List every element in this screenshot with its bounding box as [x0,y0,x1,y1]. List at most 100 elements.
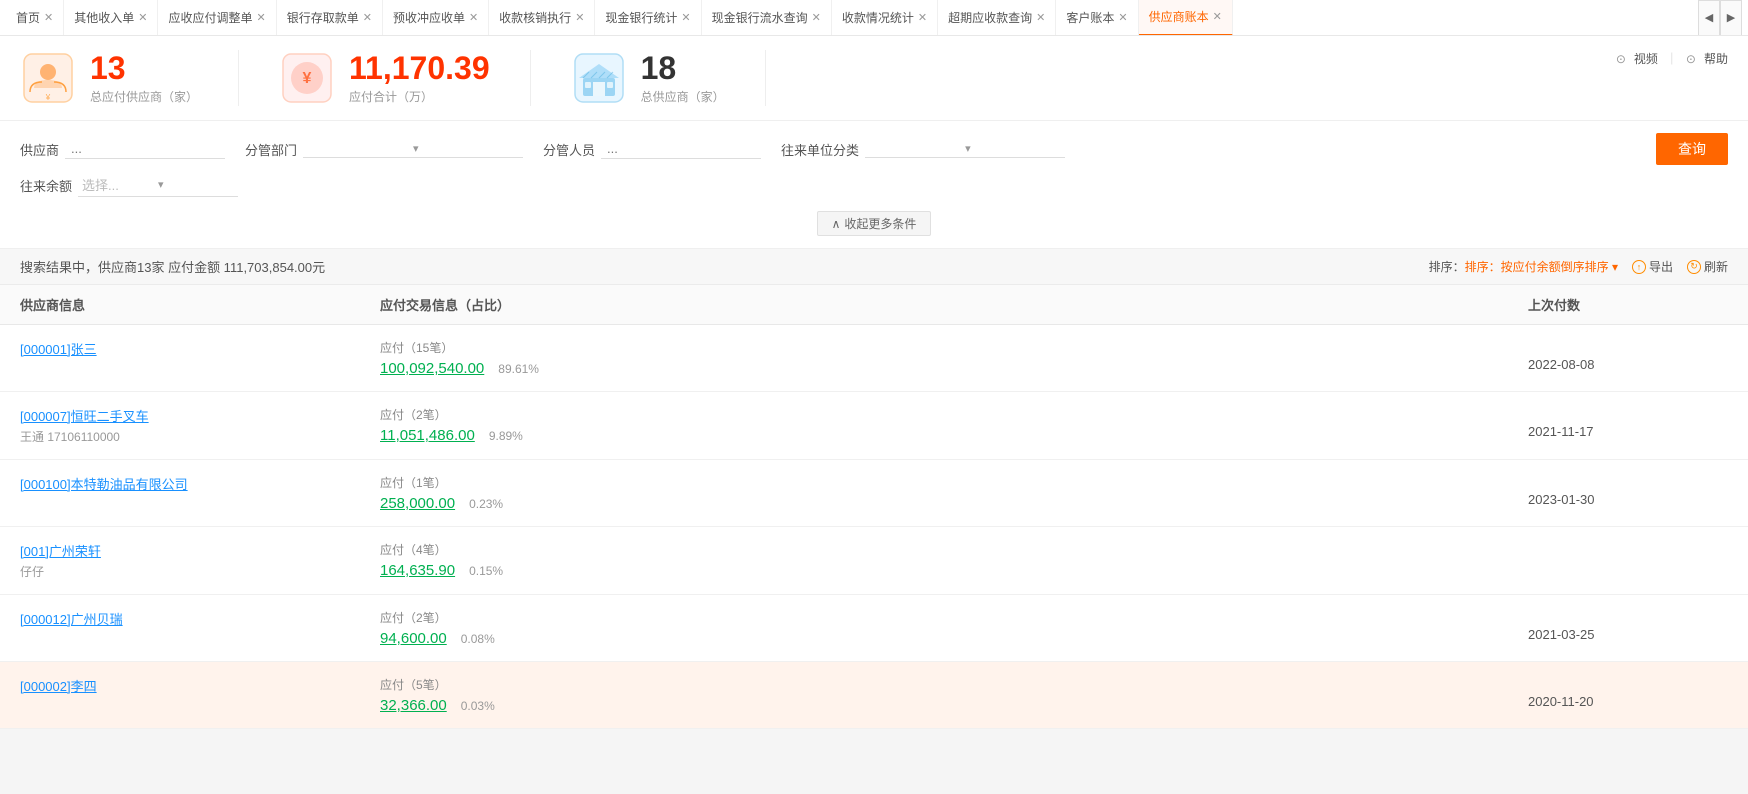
balance-dropdown[interactable]: 选择... ▾ [78,173,238,197]
transaction-amount[interactable]: 100,092,540.00 [380,360,484,377]
table-header: 供应商信息 应付交易信息（占比） 上次付数 [0,285,1748,325]
nav-tab-customer-ledger[interactable]: 客户账本 ✕ [1056,0,1138,36]
close-icon[interactable]: ✕ [1118,11,1127,24]
transaction-label: 应付（1笔） [380,474,1528,491]
export-button[interactable]: ↑ 导出 [1632,258,1673,275]
transaction-amount[interactable]: 258,000.00 [380,495,455,512]
filter-row-1: 供应商 分管部门 ▾ 分管人员 往来单位分类 ▾ 查询 [20,133,1728,165]
stat1-number: 13 [90,52,198,84]
person-filter-input[interactable] [601,139,761,159]
filter-person: 分管人员 [543,139,761,159]
data-table: 供应商信息 应付交易信息（占比） 上次付数 [000001]张三 应付（15笔）… [0,285,1748,729]
close-icon[interactable]: ✕ [469,11,478,24]
nav-tab-overdue-query[interactable]: 超期应收款查询 ✕ [938,0,1056,36]
close-icon[interactable]: ✕ [256,11,265,24]
supplier-link[interactable]: [000007]恒旺二手叉车 [20,406,380,425]
close-icon[interactable]: ✕ [575,11,584,24]
close-icon[interactable]: ✕ [138,11,147,24]
nav-left-arrow[interactable]: ◀ [1698,0,1720,36]
close-icon[interactable]: ✕ [1213,10,1222,23]
result-bar: 搜索结果中，供应商13家 应付金额 111,703,854.00元 排序：排序：… [0,249,1748,285]
transaction-percent: 0.08% [461,632,495,646]
nav-tab-cash-bank-stat[interactable]: 现金银行统计 ✕ [595,0,701,36]
table-row: [000001]张三 应付（15笔） 100,092,540.00 89.61%… [0,325,1748,392]
close-icon[interactable]: ✕ [1036,11,1045,24]
close-icon[interactable]: ✕ [681,11,690,24]
stat-block-payable-total: ¥ 11,170.39 应付合计（万） [279,50,531,106]
lastpay-cell: 2021-03-25 [1528,609,1728,642]
transaction-percent: 89.61% [498,362,539,376]
supplier-link[interactable]: [000001]张三 [20,339,380,358]
stat-block-total-suppliers: 18 总供应商（家） [571,50,766,106]
category-filter-label: 往来单位分类 [781,140,859,159]
sort-icon[interactable]: ▾ [1612,260,1618,274]
supplier-link[interactable]: [000012]广州贝瑞 [20,609,380,628]
nav-tab-bank-deposit[interactable]: 银行存取款单 ✕ [277,0,383,36]
close-icon[interactable]: ✕ [44,11,53,24]
table-row: [000007]恒旺二手叉车 王通 17106110000 应付（2笔） 11,… [0,392,1748,460]
transaction-amount[interactable]: 32,366.00 [380,697,447,714]
chevron-down-icon: ▾ [413,142,519,155]
supplier-link[interactable]: [001]广州荣轩 [20,541,380,560]
filter-balance: 往来余额 选择... ▾ [20,173,238,197]
top-right-links: ⊙ 视频 ｜ ⊙ 帮助 [1616,50,1728,67]
transaction-amount[interactable]: 94,600.00 [380,630,447,647]
nav-tab-cash-bank-flow[interactable]: 现金银行流水查询 ✕ [702,0,832,36]
nav-tab-home[interactable]: 首页 ✕ [6,0,64,36]
table-row: [000012]广州贝瑞 应付（2笔） 94,600.00 0.08% 2021… [0,595,1748,662]
total-supplier-icon [571,50,627,106]
help-link[interactable]: 帮助 [1704,50,1728,67]
transaction-cell: 应付（1笔） 258,000.00 0.23% [380,474,1528,512]
stat2-content: 11,170.39 应付合计（万） [349,52,490,105]
category-dropdown[interactable]: ▾ [865,140,1065,158]
table-row: [000002]李四 应付（5笔） 32,366.00 0.03% 2020-1… [0,662,1748,729]
nav-tab-receipt-stat[interactable]: 收款情况统计 ✕ [832,0,938,36]
stat1-label: 总应付供应商（家） [90,88,198,105]
lastpay-cell: 2022-08-08 [1528,339,1728,372]
supplier-cell: [001]广州荣轩 仔仔 [20,541,380,580]
filter-supplier: 供应商 [20,139,225,159]
nav-right-arrow[interactable]: ▶ [1720,0,1742,36]
transaction-label: 应付（4笔） [380,541,1528,558]
refresh-button[interactable]: ↻ 刷新 [1687,258,1728,275]
table-body: [000001]张三 应付（15笔） 100,092,540.00 89.61%… [0,325,1748,729]
column-header-transaction: 应付交易信息（占比） [380,295,1528,314]
transaction-label: 应付（2笔） [380,609,1528,626]
transaction-amount[interactable]: 11,051,486.00 [380,427,475,444]
supplier-filter-input[interactable] [65,139,225,159]
supplier-link[interactable]: [000002]李四 [20,676,380,695]
stat2-number: 11,170.39 [349,52,490,84]
refresh-icon: ↻ [1687,260,1701,274]
transaction-cell: 应付（15笔） 100,092,540.00 89.61% [380,339,1528,377]
transaction-percent: 0.03% [461,699,495,713]
payable-supplier-icon: ¥ [20,50,76,106]
filter-area: 供应商 分管部门 ▾ 分管人员 往来单位分类 ▾ 查询 [0,121,1748,249]
close-icon[interactable]: ✕ [918,11,927,24]
video-link[interactable]: 视频 [1634,50,1658,67]
stat-block-payable-suppliers: ¥ 13 总应付供应商（家） [20,50,239,106]
video-icon: ⊙ [1616,52,1626,66]
search-button[interactable]: 查询 [1656,133,1728,165]
nav-tab-prepay[interactable]: 预收冲应收单 ✕ [383,0,489,36]
nav-tab-other-income[interactable]: 其他收入单 ✕ [64,0,158,36]
sort-label: 排序：排序：按应付余额倒序排序 ▾ [1429,258,1618,275]
supplier-filter-label: 供应商 [20,140,59,159]
supplier-contact: 王通 17106110000 [20,428,380,445]
transaction-cell: 应付（5笔） 32,366.00 0.03% [380,676,1528,714]
supplier-link[interactable]: [000100]本特勒油品有限公司 [20,474,380,493]
nav-tab-receivable-adjust[interactable]: 应收应付调整单 ✕ [158,0,276,36]
nav-tab-receipt-execute[interactable]: 收款核销执行 ✕ [489,0,595,36]
supplier-cell: [000002]李四 [20,676,380,698]
collapse-filter-button[interactable]: ∧ 收起更多条件 [817,211,932,236]
chevron-down-icon: ▾ [965,142,1061,155]
transaction-amount[interactable]: 164,635.90 [380,562,455,579]
close-icon[interactable]: ✕ [363,11,372,24]
close-icon[interactable]: ✕ [812,11,821,24]
export-icon: ↑ [1632,260,1646,274]
person-filter-label: 分管人员 [543,140,595,159]
filter-category: 往来单位分类 ▾ [781,140,1065,159]
department-dropdown[interactable]: ▾ [303,140,523,158]
nav-tab-supplier-ledger[interactable]: 供应商账本 ✕ [1139,0,1233,36]
supplier-cell: [000007]恒旺二手叉车 王通 17106110000 [20,406,380,445]
result-info: 搜索结果中，供应商13家 应付金额 111,703,854.00元 [20,257,325,276]
